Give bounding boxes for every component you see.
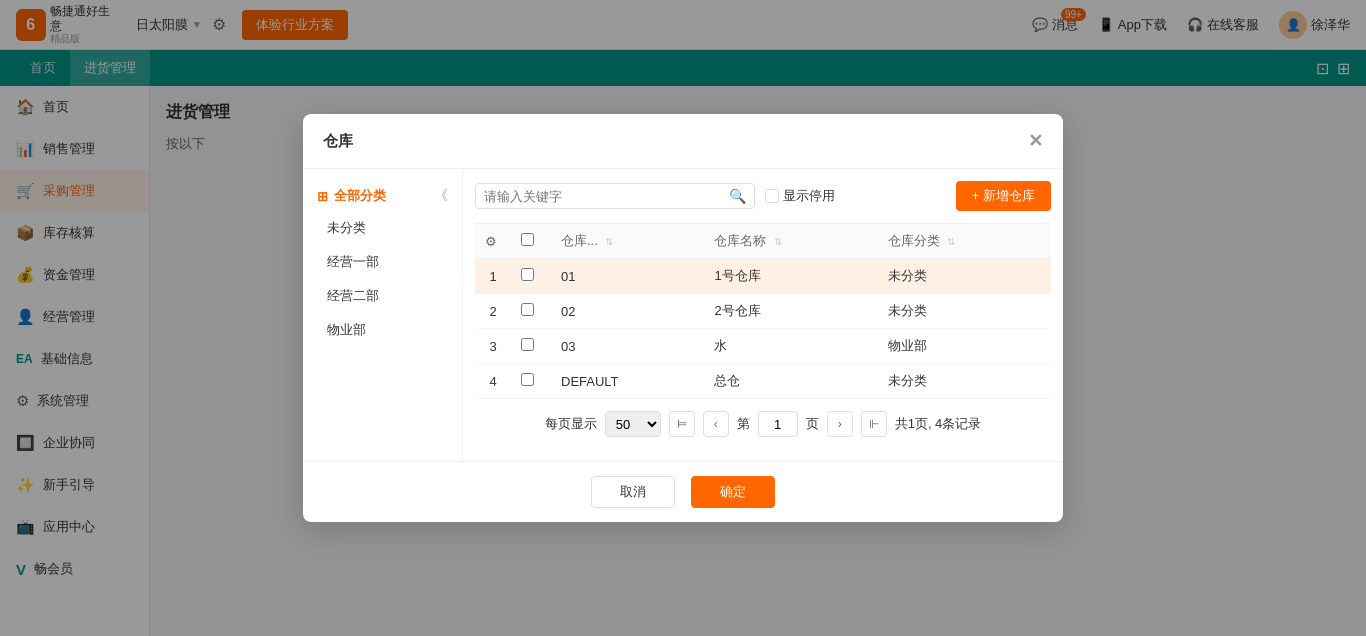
th-name-label: 仓库名称 xyxy=(714,233,766,248)
row-name: 水 xyxy=(704,329,877,364)
row-category: 未分类 xyxy=(878,294,1051,329)
row-checkbox[interactable] xyxy=(511,259,551,294)
pagination-summary: 共1页, 4条记录 xyxy=(895,415,982,433)
row-category: 物业部 xyxy=(878,329,1051,364)
row-checkbox[interactable] xyxy=(511,329,551,364)
table-row[interactable]: 3 03 水 物业部 xyxy=(475,329,1051,364)
row-checkbox[interactable] xyxy=(511,294,551,329)
row-name: 1号仓库 xyxy=(704,259,877,294)
modal-footer: 取消 确定 xyxy=(303,461,1063,522)
th-checkbox xyxy=(511,224,551,259)
row-code: DEFAULT xyxy=(551,364,704,399)
show-disabled-checkbox[interactable] xyxy=(765,189,779,203)
all-category-btn[interactable]: ⊞ 全部分类 xyxy=(317,187,386,205)
th-code: 仓库... ⇅ xyxy=(551,224,704,259)
pagination: 每页显示 50 10 20 100 ⊨ ‹ 第 页 › ⊩ 共1页, 4条记录 xyxy=(475,399,1051,449)
modal-header: 仓库 ✕ xyxy=(303,114,1063,169)
category-item-property[interactable]: 物业部 xyxy=(303,313,462,347)
modal-title: 仓库 xyxy=(323,132,353,151)
page-number-input[interactable] xyxy=(758,411,798,437)
category-panel: ⊞ 全部分类 《 未分类 经营一部 经营二部 物业部 xyxy=(303,169,463,461)
search-input[interactable] xyxy=(484,189,725,204)
th-category: 仓库分类 ⇅ xyxy=(878,224,1051,259)
row-num: 1 xyxy=(475,259,511,294)
category-item-dept1[interactable]: 经营一部 xyxy=(303,245,462,279)
cancel-btn[interactable]: 取消 xyxy=(591,476,675,508)
category-header: ⊞ 全部分类 《 xyxy=(303,181,462,211)
category-item-dept2[interactable]: 经营二部 xyxy=(303,279,462,313)
page-size-select[interactable]: 50 10 20 100 xyxy=(605,411,661,437)
all-category-label: 全部分类 xyxy=(334,187,386,205)
sort-icon-category: ⇅ xyxy=(947,236,955,247)
row-code: 03 xyxy=(551,329,704,364)
th-code-label: 仓库... xyxy=(561,233,598,248)
grid-icon: ⊞ xyxy=(317,189,328,204)
category-collapse-btn[interactable]: 《 xyxy=(434,187,448,205)
row-num: 3 xyxy=(475,329,511,364)
last-page-btn[interactable]: ⊩ xyxy=(861,411,887,437)
search-box[interactable]: 🔍 xyxy=(475,183,755,209)
table-row[interactable]: 2 02 2号仓库 未分类 xyxy=(475,294,1051,329)
row-code: 01 xyxy=(551,259,704,294)
select-all-checkbox[interactable] xyxy=(521,233,534,246)
row-name: 2号仓库 xyxy=(704,294,877,329)
table-toolbar: 🔍 显示停用 + 新增仓库 xyxy=(475,181,1051,211)
modal-close-btn[interactable]: ✕ xyxy=(1028,130,1043,152)
search-icon: 🔍 xyxy=(729,188,746,204)
next-page-btn[interactable]: › xyxy=(827,411,853,437)
th-settings: ⚙ xyxy=(475,224,511,259)
row-num: 4 xyxy=(475,364,511,399)
row-name: 总仓 xyxy=(704,364,877,399)
category-item-unclassified[interactable]: 未分类 xyxy=(303,211,462,245)
row-checkbox[interactable] xyxy=(511,364,551,399)
modal-body: ⊞ 全部分类 《 未分类 经营一部 经营二部 物业部 xyxy=(303,169,1063,461)
table-header-row: ⚙ 仓库... ⇅ 仓库名称 ⇅ xyxy=(475,224,1051,259)
confirm-btn[interactable]: 确定 xyxy=(691,476,775,508)
first-page-btn[interactable]: ⊨ xyxy=(669,411,695,437)
show-disabled-label: 显示停用 xyxy=(783,187,835,205)
table-panel: 🔍 显示停用 + 新增仓库 ⚙ xyxy=(463,169,1063,461)
warehouse-table: ⚙ 仓库... ⇅ 仓库名称 ⇅ xyxy=(475,223,1051,399)
page-unit: 页 xyxy=(806,415,819,433)
sort-icon-code: ⇅ xyxy=(605,236,613,247)
show-disabled-toggle[interactable]: 显示停用 xyxy=(765,187,835,205)
row-category: 未分类 xyxy=(878,364,1051,399)
row-category: 未分类 xyxy=(878,259,1051,294)
table-row[interactable]: 4 DEFAULT 总仓 未分类 xyxy=(475,364,1051,399)
row-num: 2 xyxy=(475,294,511,329)
modal-overlay: 仓库 ✕ ⊞ 全部分类 《 未分类 经营一部 xyxy=(0,0,1366,636)
warehouse-modal: 仓库 ✕ ⊞ 全部分类 《 未分类 经营一部 xyxy=(303,114,1063,522)
row-code: 02 xyxy=(551,294,704,329)
page-label: 第 xyxy=(737,415,750,433)
th-category-label: 仓库分类 xyxy=(888,233,940,248)
page-size-label: 每页显示 xyxy=(545,415,597,433)
add-warehouse-btn[interactable]: + 新增仓库 xyxy=(956,181,1051,211)
settings-col-icon: ⚙ xyxy=(485,234,497,249)
table-row[interactable]: 1 01 1号仓库 未分类 xyxy=(475,259,1051,294)
prev-page-btn[interactable]: ‹ xyxy=(703,411,729,437)
sort-icon-name: ⇅ xyxy=(774,236,782,247)
table-body: 1 01 1号仓库 未分类 2 02 2号仓库 未分类 3 03 水 物业部 4… xyxy=(475,259,1051,399)
th-name: 仓库名称 ⇅ xyxy=(704,224,877,259)
